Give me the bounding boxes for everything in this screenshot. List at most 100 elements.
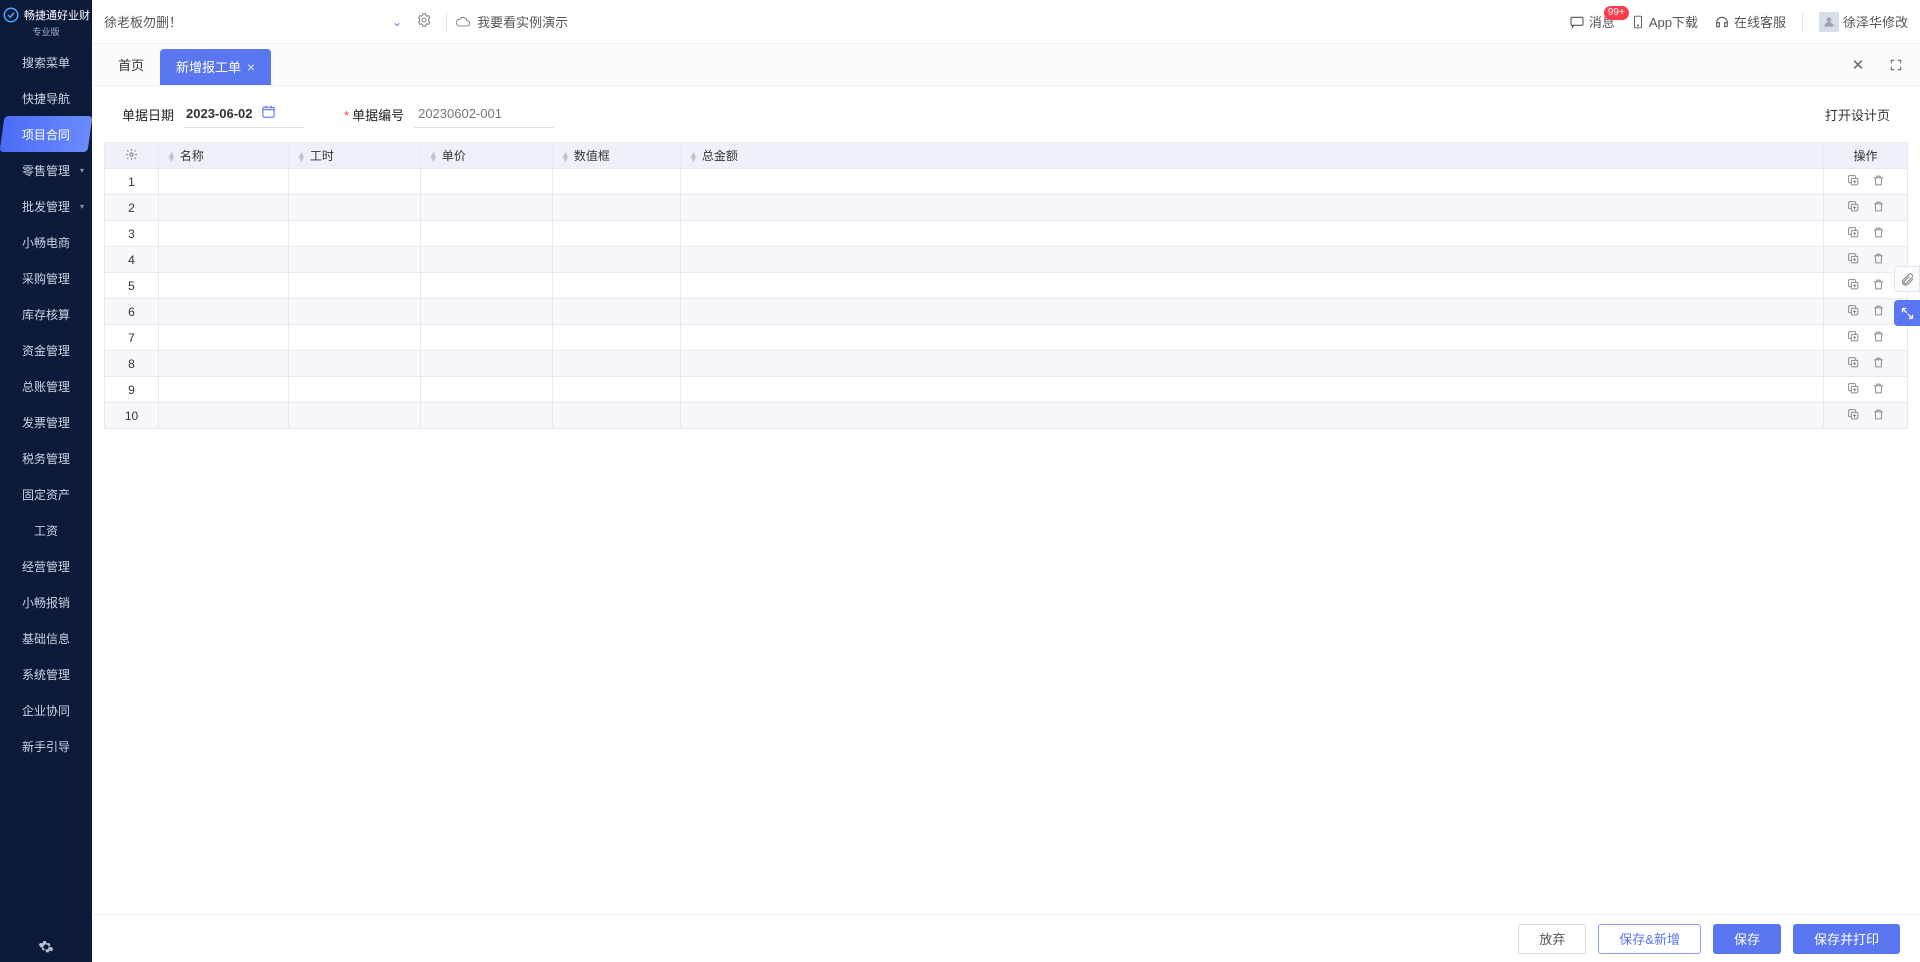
cell[interactable] bbox=[289, 377, 421, 403]
delete-row-icon[interactable] bbox=[1872, 278, 1885, 294]
fullscreen-icon[interactable] bbox=[1882, 51, 1910, 79]
copy-row-icon[interactable] bbox=[1847, 174, 1860, 190]
delete-row-icon[interactable] bbox=[1872, 252, 1885, 268]
cell[interactable] bbox=[681, 195, 1824, 221]
sidebar-item-15[interactable]: 小畅报销 bbox=[0, 584, 92, 620]
cell[interactable] bbox=[553, 403, 681, 429]
sidebar-item-7[interactable]: 库存核算 bbox=[0, 296, 92, 332]
cell[interactable] bbox=[681, 169, 1824, 195]
sidebar-item-3[interactable]: 零售管理▾ bbox=[0, 152, 92, 188]
col-price[interactable]: ▲▼单价 bbox=[421, 143, 553, 169]
attachment-icon[interactable] bbox=[1894, 266, 1920, 292]
save-print-button[interactable]: 保存并打印 bbox=[1793, 924, 1900, 954]
cell[interactable] bbox=[681, 221, 1824, 247]
cell[interactable] bbox=[553, 221, 681, 247]
org-settings-icon[interactable] bbox=[416, 12, 432, 32]
col-num[interactable]: ▲▼数值框 bbox=[553, 143, 681, 169]
sidebar-item-11[interactable]: 税务管理 bbox=[0, 440, 92, 476]
cell[interactable] bbox=[289, 169, 421, 195]
cell[interactable] bbox=[681, 273, 1824, 299]
cell[interactable] bbox=[159, 299, 289, 325]
close-all-tabs[interactable]: ✕ bbox=[1844, 51, 1872, 79]
calendar-icon[interactable] bbox=[261, 104, 276, 123]
copy-row-icon[interactable] bbox=[1847, 356, 1860, 372]
sidebar-item-4[interactable]: 批发管理▾ bbox=[0, 188, 92, 224]
delete-row-icon[interactable] bbox=[1872, 226, 1885, 242]
col-config[interactable] bbox=[105, 143, 159, 169]
open-design-link[interactable]: 打开设计页 bbox=[1825, 105, 1890, 124]
cell[interactable] bbox=[159, 351, 289, 377]
cell[interactable] bbox=[553, 377, 681, 403]
cell[interactable] bbox=[159, 247, 289, 273]
delete-row-icon[interactable] bbox=[1872, 382, 1885, 398]
cell[interactable] bbox=[553, 169, 681, 195]
online-support[interactable]: 在线客服 bbox=[1714, 12, 1786, 31]
cell[interactable] bbox=[421, 221, 553, 247]
delete-row-icon[interactable] bbox=[1872, 356, 1885, 372]
sidebar-item-6[interactable]: 采购管理 bbox=[0, 260, 92, 296]
chevron-down-icon[interactable]: ⌄ bbox=[392, 15, 402, 29]
delete-row-icon[interactable] bbox=[1872, 304, 1885, 320]
cell[interactable] bbox=[681, 247, 1824, 273]
cell[interactable] bbox=[681, 351, 1824, 377]
sidebar-settings[interactable] bbox=[0, 932, 92, 962]
demo-link[interactable]: 我要看实例演示 bbox=[455, 12, 568, 31]
cell[interactable] bbox=[289, 247, 421, 273]
sidebar-item-17[interactable]: 系统管理 bbox=[0, 656, 92, 692]
cell[interactable] bbox=[159, 377, 289, 403]
sidebar-item-5[interactable]: 小畅电商 bbox=[0, 224, 92, 260]
user-menu[interactable]: 徐泽华修改 bbox=[1819, 12, 1908, 32]
delete-row-icon[interactable] bbox=[1872, 200, 1885, 216]
cell[interactable] bbox=[553, 351, 681, 377]
cell[interactable] bbox=[681, 299, 1824, 325]
copy-row-icon[interactable] bbox=[1847, 252, 1860, 268]
cell[interactable] bbox=[289, 195, 421, 221]
expand-icon[interactable] bbox=[1894, 300, 1920, 326]
save-button[interactable]: 保存 bbox=[1713, 924, 1781, 954]
col-time[interactable]: ▲▼工时 bbox=[289, 143, 421, 169]
cell[interactable] bbox=[553, 273, 681, 299]
cell[interactable] bbox=[159, 169, 289, 195]
cell[interactable] bbox=[289, 299, 421, 325]
discard-button[interactable]: 放弃 bbox=[1518, 924, 1586, 954]
app-download[interactable]: App下载 bbox=[1631, 12, 1698, 31]
sidebar-item-16[interactable]: 基础信息 bbox=[0, 620, 92, 656]
col-total[interactable]: ▲▼总金额 bbox=[681, 143, 1824, 169]
cell[interactable] bbox=[289, 273, 421, 299]
cell[interactable] bbox=[289, 325, 421, 351]
sidebar-item-12[interactable]: 固定资产 bbox=[0, 476, 92, 512]
close-icon[interactable]: × bbox=[247, 59, 255, 75]
cell[interactable] bbox=[553, 299, 681, 325]
sidebar-item-19[interactable]: 新手引导 bbox=[0, 728, 92, 764]
cell[interactable] bbox=[421, 325, 553, 351]
copy-row-icon[interactable] bbox=[1847, 200, 1860, 216]
sidebar-item-0[interactable]: 搜索菜单 bbox=[0, 44, 92, 80]
cell[interactable] bbox=[159, 221, 289, 247]
cell[interactable] bbox=[421, 299, 553, 325]
doc-code-input[interactable] bbox=[414, 100, 554, 128]
cell[interactable] bbox=[289, 403, 421, 429]
sidebar-item-8[interactable]: 资金管理 bbox=[0, 332, 92, 368]
cell[interactable] bbox=[159, 195, 289, 221]
cell[interactable] bbox=[553, 247, 681, 273]
sidebar-item-10[interactable]: 发票管理 bbox=[0, 404, 92, 440]
cell[interactable] bbox=[421, 247, 553, 273]
cell[interactable] bbox=[553, 195, 681, 221]
delete-row-icon[interactable] bbox=[1872, 408, 1885, 424]
cell[interactable] bbox=[159, 325, 289, 351]
copy-row-icon[interactable] bbox=[1847, 382, 1860, 398]
save-new-button[interactable]: 保存&新增 bbox=[1598, 924, 1701, 954]
copy-row-icon[interactable] bbox=[1847, 304, 1860, 320]
cell[interactable] bbox=[681, 325, 1824, 351]
col-name[interactable]: ▲▼名称 bbox=[159, 143, 289, 169]
tab-home[interactable]: 首页 bbox=[102, 47, 160, 83]
cell[interactable] bbox=[421, 273, 553, 299]
cell[interactable] bbox=[681, 377, 1824, 403]
copy-row-icon[interactable] bbox=[1847, 408, 1860, 424]
cell[interactable] bbox=[421, 195, 553, 221]
cell[interactable] bbox=[159, 403, 289, 429]
org-selector[interactable]: 徐老板勿删！ bbox=[104, 12, 304, 31]
sidebar-item-1[interactable]: 快捷导航 bbox=[0, 80, 92, 116]
cell[interactable] bbox=[553, 325, 681, 351]
cell[interactable] bbox=[289, 351, 421, 377]
